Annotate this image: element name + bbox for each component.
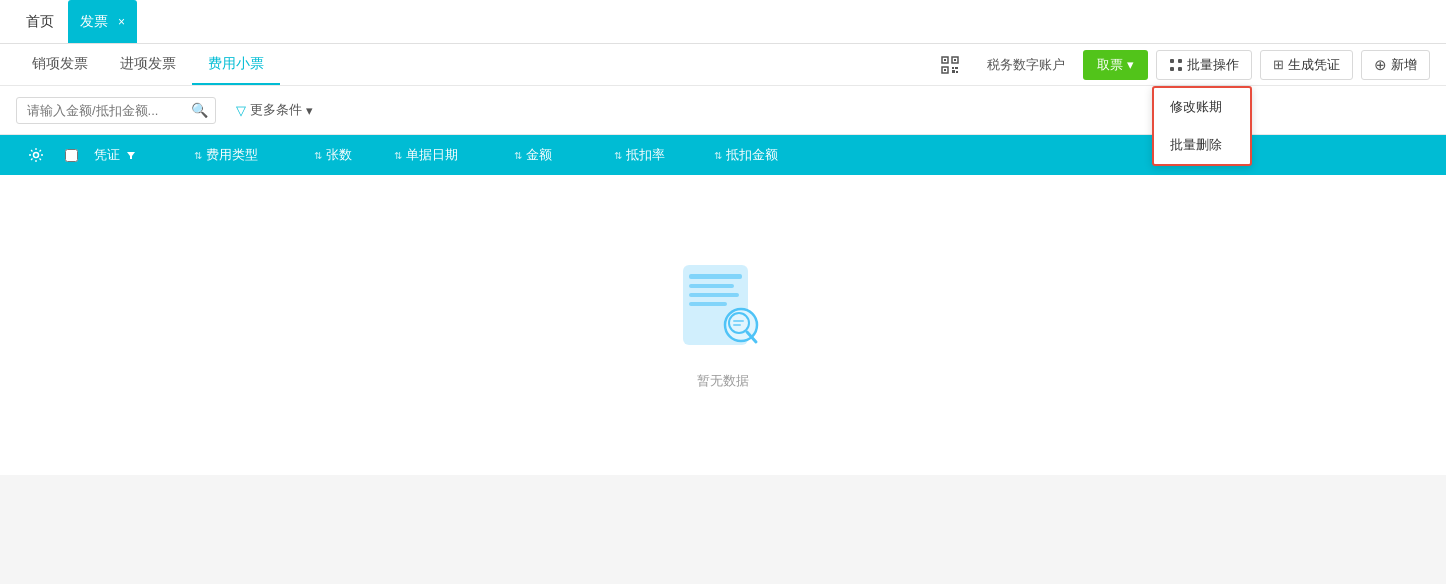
add-button[interactable]: ⊕ 新增 (1361, 50, 1430, 80)
th-deduct[interactable]: ⇅ 抵扣金额 (706, 146, 826, 164)
empty-state-text: 暂无数据 (697, 372, 749, 390)
invoice-tab-label: 发票 (80, 13, 108, 31)
filter-icon: ▽ (236, 103, 246, 118)
search-wrap: 🔍 (16, 97, 216, 124)
modify-period-item[interactable]: 修改账期 (1154, 88, 1250, 126)
sort-arrow-rate: ⇅ (614, 150, 622, 161)
tab-purchase-invoice[interactable]: 进项发票 (104, 44, 192, 85)
take-ticket-label: 取票 (1097, 56, 1123, 74)
svg-rect-9 (956, 71, 958, 73)
th-type-label: 费用类型 (206, 146, 258, 164)
filter-label: 更多条件 (250, 101, 302, 119)
batch-button-wrap: 批量操作 修改账期 批量删除 (1156, 50, 1252, 80)
svg-rect-20 (689, 302, 727, 306)
batch-icon (1169, 58, 1183, 72)
more-filter-button[interactable]: ▽ 更多条件 ▾ (226, 96, 323, 124)
batch-operation-button[interactable]: 批量操作 (1156, 50, 1252, 80)
home-tab[interactable]: 首页 (16, 9, 64, 35)
th-rate[interactable]: ⇅ 抵扣率 (606, 146, 706, 164)
th-voucher-label: 凭证 (94, 146, 120, 164)
search-input[interactable] (16, 97, 216, 124)
take-ticket-arrow: ▾ (1127, 57, 1134, 72)
sort-arrow-up: ⇅ (194, 150, 202, 161)
svg-rect-11 (1178, 59, 1182, 63)
th-date[interactable]: ⇅ 单据日期 (386, 146, 506, 164)
th-amount[interactable]: ⇅ 金额 (506, 146, 606, 164)
th-settings[interactable] (16, 147, 56, 163)
th-count[interactable]: ⇅ 张数 (306, 146, 386, 164)
batch-label: 批量操作 (1187, 56, 1239, 74)
voucher-icon-sym: ⊞ (1273, 57, 1284, 72)
svg-rect-12 (1170, 67, 1174, 71)
search-icon[interactable]: 🔍 (191, 102, 208, 118)
tax-digital-account-button[interactable]: 税务数字账户 (977, 51, 1075, 79)
sub-tabs-left: 销项发票 进项发票 费用小票 (16, 44, 280, 85)
th-voucher-filter-icon (126, 150, 136, 160)
th-count-label: 张数 (326, 146, 352, 164)
svg-rect-7 (955, 67, 958, 69)
svg-rect-10 (1170, 59, 1174, 63)
close-tab-button[interactable]: × (118, 15, 125, 29)
qr-code-button[interactable] (931, 51, 969, 79)
batch-delete-item[interactable]: 批量删除 (1154, 126, 1250, 164)
select-all-checkbox[interactable] (65, 149, 78, 162)
svg-rect-19 (689, 293, 739, 297)
sort-arrow-deduct: ⇅ (714, 150, 722, 161)
svg-rect-24 (733, 320, 744, 322)
tax-digital-account-label: 税务数字账户 (987, 56, 1065, 74)
tab-sale-invoice[interactable]: 销项发票 (16, 44, 104, 85)
svg-rect-13 (1178, 67, 1182, 71)
sort-arrow-amount: ⇅ (514, 150, 522, 161)
settings-icon (28, 147, 44, 163)
svg-rect-18 (689, 284, 734, 288)
th-amount-label: 金额 (526, 146, 552, 164)
th-voucher[interactable]: 凭证 (86, 146, 186, 164)
take-ticket-button[interactable]: 取票 ▾ (1083, 50, 1148, 80)
svg-point-14 (34, 153, 39, 158)
add-label: 新增 (1391, 56, 1417, 74)
sort-arrow-count: ⇅ (314, 150, 322, 161)
sub-tabs-right: 税务数字账户 取票 ▾ 批量操作 修改账期 批量删除 ⊞ (931, 50, 1430, 80)
generate-voucher-button[interactable]: ⊞ 生成凭证 (1260, 50, 1353, 80)
svg-rect-25 (733, 324, 741, 326)
empty-illustration (663, 260, 783, 360)
svg-rect-3 (954, 59, 956, 61)
th-date-label: 单据日期 (406, 146, 458, 164)
svg-rect-5 (944, 69, 946, 71)
svg-rect-6 (952, 67, 954, 69)
sort-arrow-date: ⇅ (394, 150, 402, 161)
svg-marker-15 (127, 152, 135, 159)
filter-chevron: ▾ (306, 103, 313, 118)
th-type[interactable]: ⇅ 费用类型 (186, 146, 306, 164)
svg-rect-8 (952, 70, 955, 73)
invoice-tab[interactable]: 发票 × (68, 0, 137, 43)
th-checkbox[interactable] (56, 149, 86, 162)
table-body: 暂无数据 (0, 175, 1446, 475)
svg-rect-17 (689, 274, 742, 279)
add-icon: ⊕ (1374, 56, 1387, 74)
tab-expense-receipt[interactable]: 费用小票 (192, 44, 280, 85)
svg-rect-1 (944, 59, 946, 61)
batch-dropdown-menu: 修改账期 批量删除 (1152, 86, 1252, 166)
th-deduct-label: 抵扣金额 (726, 146, 778, 164)
sub-tabs-bar: 销项发票 进项发票 费用小票 税务数字账户 (0, 44, 1446, 86)
top-nav: 首页 发票 × (0, 0, 1446, 44)
th-rate-label: 抵扣率 (626, 146, 665, 164)
qr-icon (941, 56, 959, 74)
generate-voucher-label: 生成凭证 (1288, 56, 1340, 74)
